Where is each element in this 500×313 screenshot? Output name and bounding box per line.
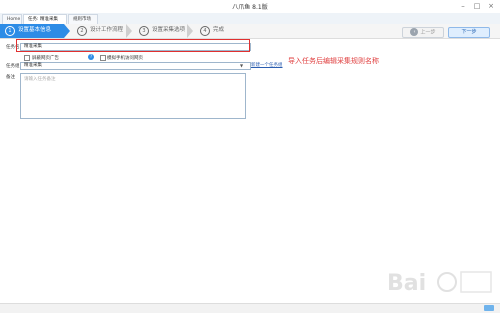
step-arrow-icon	[187, 24, 193, 38]
close-icon[interactable]: ×	[484, 1, 498, 12]
remarks-label: 备注	[6, 75, 15, 80]
step-number: 3	[139, 26, 149, 36]
help-icon[interactable]: ?	[88, 54, 94, 60]
window-title: 八爪鱼 8.1版	[232, 4, 268, 11]
baidu-watermark-logo: Bai	[385, 262, 495, 302]
tab-label: 规则市场	[73, 17, 91, 22]
back-arrow-icon: ‹	[410, 28, 419, 36]
prev-step-button[interactable]: ‹ 上一步	[402, 27, 444, 38]
step-label: 设计工作流程	[90, 27, 124, 33]
ad-block-checkbox[interactable]	[24, 55, 30, 61]
ad-block-label: 屏蔽网页广告	[32, 56, 59, 61]
annotation-text: 导入任务后编辑采集规则名称	[288, 57, 379, 65]
speech-bubble-icon[interactable]	[484, 305, 494, 311]
minimize-icon[interactable]: –	[456, 1, 470, 12]
remarks-placeholder: 请输入任务备注	[24, 77, 56, 82]
step-number: 2	[77, 26, 87, 36]
step-arrow-icon	[126, 24, 132, 38]
svg-text:Bai: Bai	[387, 271, 426, 296]
highlight-box	[16, 39, 250, 52]
tab-rule-market[interactable]: 规则市场	[68, 14, 98, 24]
tab-home[interactable]: Home	[2, 14, 22, 24]
tab-task[interactable]: 任务: 精准采集 ×	[23, 14, 67, 32]
title-bar: 八爪鱼 8.1版 – □ ×	[0, 0, 500, 14]
mobile-emulation-checkbox[interactable]	[100, 55, 106, 61]
step-number: 4	[200, 26, 210, 36]
tab-label: 任务: 精准采集	[28, 17, 58, 22]
step-label: 完成	[213, 27, 225, 33]
step-1[interactable]: 1 设置基本信息	[0, 24, 64, 38]
remarks-textarea[interactable]: 请输入任务备注	[20, 73, 246, 119]
step-number: 1	[5, 26, 15, 36]
step-4[interactable]: 4 完成	[195, 24, 224, 38]
next-step-button[interactable]: 下一步	[448, 27, 490, 38]
next-step-label: 下一步	[461, 29, 477, 35]
chevron-down-icon[interactable]: ▼	[240, 63, 243, 68]
step-label: 设置采集选项	[152, 27, 186, 33]
tab-label: Home	[7, 17, 21, 22]
step-3[interactable]: 3 设置采集选项	[134, 24, 185, 38]
task-group-label: 任务组	[6, 64, 20, 69]
task-group-select[interactable]: 精准采集	[20, 62, 251, 70]
mobile-emulation-label: 模拟手机访问网页	[107, 56, 143, 61]
maximize-icon[interactable]: □	[470, 1, 484, 12]
new-task-group-link[interactable]: 新建一个任务组	[251, 62, 283, 68]
step-2[interactable]: 2 设计工作流程	[72, 24, 123, 38]
step-label: 设置基本信息	[18, 27, 52, 33]
prev-step-label: 上一步	[420, 29, 436, 36]
step-arrow-icon	[64, 24, 70, 38]
